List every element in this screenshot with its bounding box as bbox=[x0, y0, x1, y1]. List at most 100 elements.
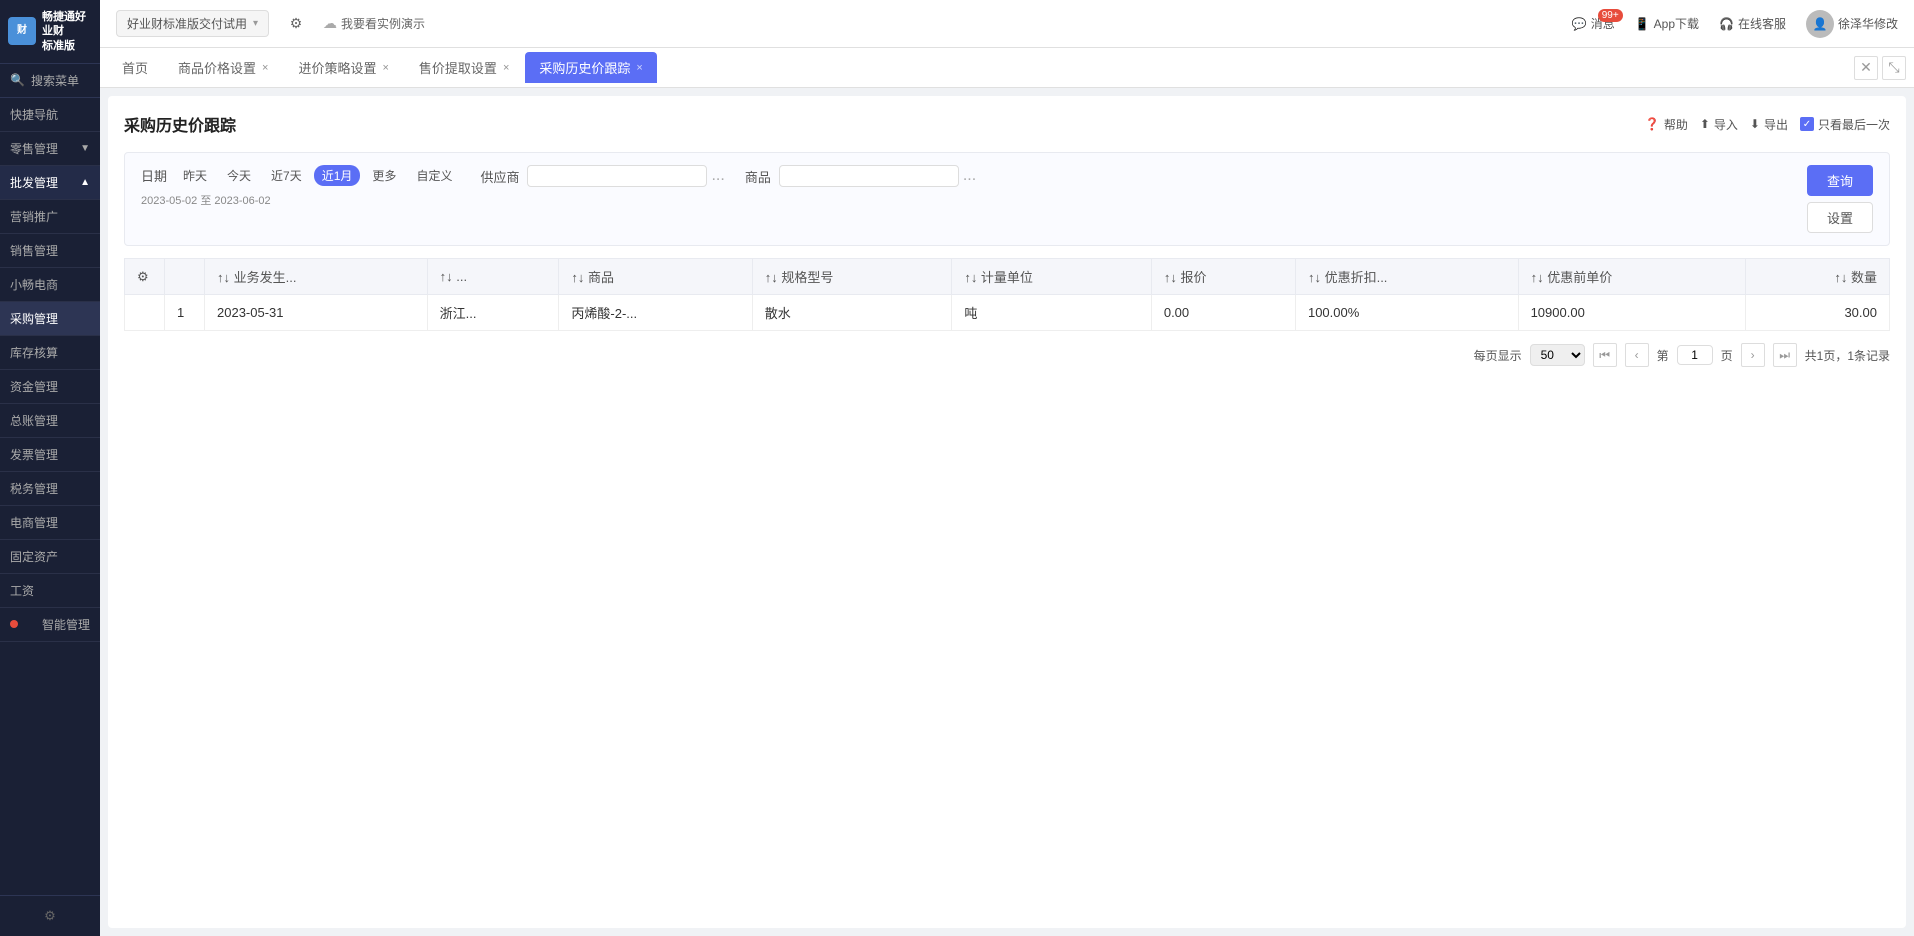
sidebar-item-wholesale[interactable]: 批发管理 ▲ bbox=[0, 166, 100, 200]
col-spec[interactable]: ↑↓ 规格型号 bbox=[752, 259, 952, 295]
sidebar-item-retail[interactable]: 零售管理 ▼ bbox=[0, 132, 100, 166]
col-product[interactable]: ↑↓ 商品 bbox=[559, 259, 752, 295]
sidebar-item-purchase[interactable]: 采购管理 bbox=[0, 302, 100, 336]
sidebar-item-invoice[interactable]: 发票管理 bbox=[0, 438, 100, 472]
col-unit[interactable]: ↑↓ 计量单位 bbox=[952, 259, 1152, 295]
date-filter-label: 日期 bbox=[141, 166, 167, 185]
top-header: 好业财标准版交付试用 ▾ ⚙ ☁ 我要看实例演示 💬 消息 99+ 📱 App下… bbox=[100, 0, 1914, 48]
date-filter-group: 日期 昨天 今天 近7天 近1月 更多 自定义 bbox=[141, 165, 460, 186]
date-range-display: 2023-05-02 至 2023-06-02 bbox=[141, 192, 460, 208]
supplier-filter-group: 供应商 ... bbox=[480, 165, 724, 187]
date-btn-today[interactable]: 今天 bbox=[219, 165, 259, 186]
tab-maximize-btn[interactable]: ⤡ bbox=[1882, 56, 1906, 80]
product-more-btn[interactable]: ... bbox=[963, 167, 976, 185]
version-selector[interactable]: 好业财标准版交付试用 ▾ bbox=[116, 10, 269, 37]
sidebar-item-assets[interactable]: 固定资产 bbox=[0, 540, 100, 574]
export-icon: ⬇ bbox=[1750, 117, 1760, 131]
sidebar-item-smart[interactable]: 智能管理 bbox=[0, 608, 100, 642]
tab-close-icon[interactable]: × bbox=[382, 62, 388, 74]
demo-link[interactable]: ☁ 我要看实例演示 bbox=[323, 15, 425, 32]
tab-close-window-btn[interactable]: ✕ bbox=[1854, 56, 1878, 80]
cell-spec: 散水 bbox=[752, 295, 952, 331]
cloud-icon: ☁ bbox=[323, 15, 337, 32]
supplier-more-btn[interactable]: ... bbox=[711, 167, 724, 185]
user-menu[interactable]: 👤 徐泽华修改 bbox=[1806, 10, 1898, 38]
sidebar-settings-btn[interactable]: ⚙ bbox=[0, 895, 100, 936]
app-download-btn[interactable]: 📱 App下载 bbox=[1635, 15, 1699, 32]
header-settings-btn[interactable]: ⚙ bbox=[281, 9, 311, 39]
version-label: 好业财标准版交付试用 bbox=[127, 15, 247, 32]
avatar: 👤 bbox=[1806, 10, 1834, 38]
chevron-down-icon: ▼ bbox=[80, 143, 90, 154]
cell-quantity: 30.00 bbox=[1745, 295, 1889, 331]
table-row: 1 2023-05-31 浙江... 丙烯酸-2-... 散水 吨 0.00 1… bbox=[125, 295, 1890, 331]
sidebar-item-ecom[interactable]: 电商管理 bbox=[0, 506, 100, 540]
col-index bbox=[165, 259, 205, 295]
sidebar-search[interactable]: 🔍 搜索菜单 bbox=[0, 64, 100, 98]
product-input[interactable] bbox=[779, 165, 959, 187]
supplier-input[interactable] bbox=[527, 165, 707, 187]
import-btn[interactable]: ⬆ 导入 bbox=[1700, 116, 1738, 133]
col-pre-discount-price[interactable]: ↑↓ 优惠前单价 bbox=[1518, 259, 1745, 295]
cell-unit: 吨 bbox=[952, 295, 1152, 331]
page-title: 采购历史价跟踪 bbox=[124, 112, 236, 136]
tab-close-icon[interactable]: × bbox=[636, 62, 642, 74]
date-btn-more[interactable]: 更多 bbox=[364, 165, 404, 186]
prev-page-btn[interactable]: ‹ bbox=[1625, 343, 1649, 367]
dot-indicator bbox=[10, 620, 18, 628]
online-service-btn[interactable]: 🎧 在线客服 bbox=[1719, 15, 1786, 32]
tab-home[interactable]: 首页 bbox=[108, 52, 162, 83]
product-filter-group: 商品 ... bbox=[745, 165, 976, 187]
sidebar-item-marketing[interactable]: 营销推广 bbox=[0, 200, 100, 234]
user-name: 徐泽华修改 bbox=[1838, 15, 1898, 32]
sidebar-item-ledger[interactable]: 总账管理 bbox=[0, 404, 100, 438]
last-page-btn[interactable]: ⏭ bbox=[1773, 343, 1797, 367]
date-btn-7days[interactable]: 近7天 bbox=[263, 165, 310, 186]
sidebar-item-tax[interactable]: 税务管理 bbox=[0, 472, 100, 506]
sidebar-item-inventory[interactable]: 库存核算 bbox=[0, 336, 100, 370]
tab-history-price[interactable]: 采购历史价跟踪 × bbox=[525, 52, 656, 83]
page-input[interactable] bbox=[1677, 345, 1713, 365]
export-btn[interactable]: ⬇ 导出 bbox=[1750, 116, 1788, 133]
first-page-btn[interactable]: ⏮ bbox=[1593, 343, 1617, 367]
product-filter-label: 商品 bbox=[745, 167, 771, 186]
pagination: 每页显示 50 10 20 100 ⏮ ‹ 第 页 › ⏭ 共1页，1条记录 bbox=[124, 331, 1890, 367]
settings-button[interactable]: 设置 bbox=[1807, 202, 1873, 233]
tab-controls: ✕ ⤡ bbox=[1854, 56, 1906, 80]
next-page-btn[interactable]: › bbox=[1741, 343, 1765, 367]
tab-price[interactable]: 商品价格设置 × bbox=[164, 52, 282, 83]
search-icon: 🔍 bbox=[10, 73, 25, 87]
tab-sale-price[interactable]: 售价提取设置 × bbox=[405, 52, 523, 83]
sidebar-item-ecom-small[interactable]: 小畅电商 bbox=[0, 268, 100, 302]
help-btn[interactable]: ❓ 帮助 bbox=[1645, 116, 1688, 133]
sidebar: 财 畅捷通好业财 标准版 🔍 搜索菜单 快捷导航 零售管理 ▼ 批发管理 ▲ 营… bbox=[0, 0, 100, 936]
col-more[interactable]: ↑↓ ... bbox=[427, 259, 559, 295]
sidebar-item-salary[interactable]: 工资 bbox=[0, 574, 100, 608]
date-btn-yesterday[interactable]: 昨天 bbox=[175, 165, 215, 186]
sidebar-item-finance[interactable]: 资金管理 bbox=[0, 370, 100, 404]
col-discount-pct[interactable]: ↑↓ 优惠折扣... bbox=[1295, 259, 1518, 295]
cell-discount-pct: 100.00% bbox=[1295, 295, 1518, 331]
message-icon: 💬 bbox=[1572, 17, 1587, 31]
col-price[interactable]: ↑↓ 报价 bbox=[1151, 259, 1295, 295]
page-actions: ❓ 帮助 ⬆ 导入 ⬇ 导出 ✓ 只看最后一次 bbox=[1645, 116, 1890, 133]
col-settings[interactable]: ⚙ bbox=[125, 259, 165, 295]
table-header-row: ⚙ ↑↓ 业务发生... ↑↓ ... ↑↓ 商品 ↑↓ 规格型号 bbox=[125, 259, 1890, 295]
sidebar-item-quicknav[interactable]: 快捷导航 bbox=[0, 98, 100, 132]
col-quantity[interactable]: ↑↓ 数量 bbox=[1745, 259, 1889, 295]
messages-btn[interactable]: 💬 消息 99+ bbox=[1572, 15, 1615, 32]
sidebar-item-sales[interactable]: 销售管理 bbox=[0, 234, 100, 268]
date-btn-custom[interactable]: 自定义 bbox=[408, 165, 460, 186]
cell-biz-date: 2023-05-31 bbox=[205, 295, 428, 331]
settings-icon: ⚙ bbox=[44, 908, 56, 923]
tab-close-icon[interactable]: × bbox=[262, 62, 268, 74]
filter-bar: 日期 昨天 今天 近7天 近1月 更多 自定义 2023-05-02 至 202… bbox=[124, 152, 1890, 246]
query-button[interactable]: 查询 bbox=[1807, 165, 1873, 196]
per-page-select[interactable]: 50 10 20 100 bbox=[1530, 344, 1585, 366]
tab-purchase-strategy[interactable]: 进价策略设置 × bbox=[284, 52, 402, 83]
date-btn-1month[interactable]: 近1月 bbox=[314, 165, 361, 186]
tab-close-icon[interactable]: × bbox=[503, 62, 509, 74]
col-biz-date[interactable]: ↑↓ 业务发生... bbox=[205, 259, 428, 295]
only-last-toggle[interactable]: ✓ 只看最后一次 bbox=[1800, 116, 1890, 133]
logo-text: 畅捷通好业财 标准版 bbox=[42, 10, 92, 53]
